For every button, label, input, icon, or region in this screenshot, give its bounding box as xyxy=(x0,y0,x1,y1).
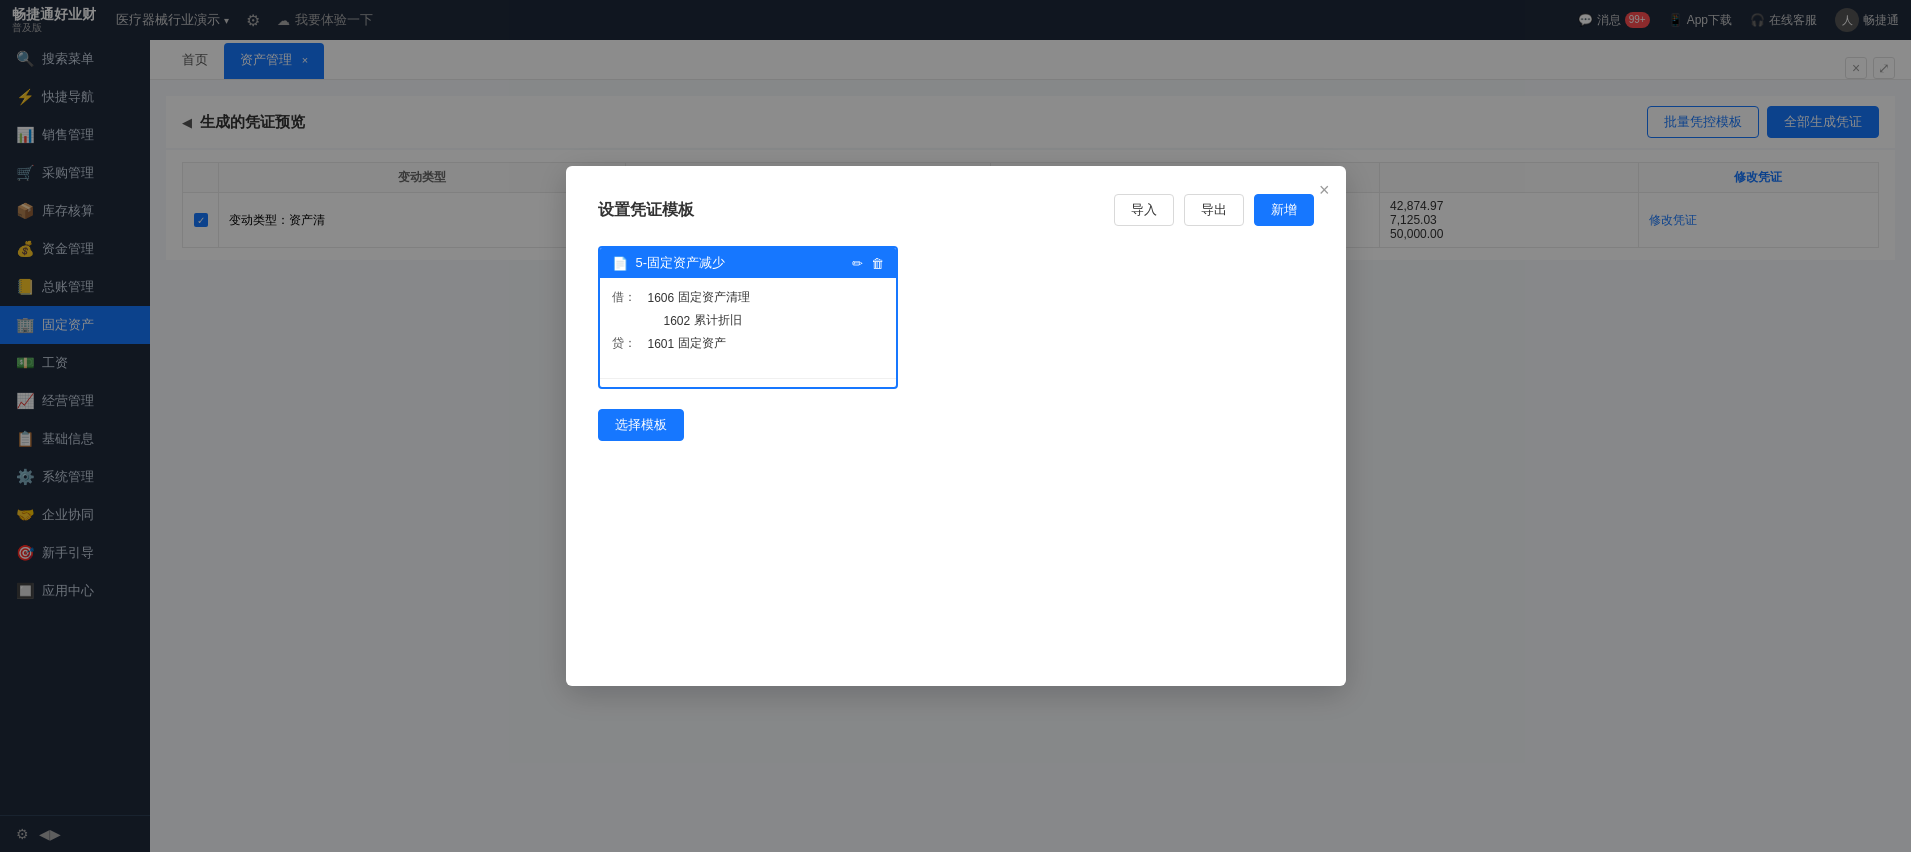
template-edit-icon[interactable]: ✏ xyxy=(852,256,863,271)
new-template-button[interactable]: 新增 xyxy=(1254,194,1314,226)
template-dialog: 设置凭证模板 导入 导出 新增 × 📄 5-固定资产减少 ✏ 🗑 xyxy=(566,166,1346,686)
credit-label: 贷： xyxy=(612,335,644,352)
import-button[interactable]: 导入 xyxy=(1114,194,1174,226)
export-button[interactable]: 导出 xyxy=(1184,194,1244,226)
template-card-title: 5-固定资产减少 xyxy=(636,254,844,272)
template-delete-icon[interactable]: 🗑 xyxy=(871,256,884,271)
row1-code: 1606 xyxy=(648,291,675,305)
template-row-2: 1602 累计折旧 xyxy=(600,309,896,332)
template-row-1: 借： 1606 固定资产清理 xyxy=(600,286,896,309)
dialog-title: 设置凭证模板 xyxy=(598,200,694,221)
template-card-body: 借： 1606 固定资产清理 1602 累计折旧 贷： 1601 固定资产 xyxy=(600,278,896,387)
template-empty-row xyxy=(600,355,896,379)
dialog-header: 设置凭证模板 导入 导出 新增 × xyxy=(598,194,1314,226)
dialog-action-buttons: 导入 导出 新增 xyxy=(1114,194,1314,226)
template-card-header: 📄 5-固定资产减少 ✏ 🗑 xyxy=(600,248,896,278)
dialog-overlay: 设置凭证模板 导入 导出 新增 × 📄 5-固定资产减少 ✏ 🗑 xyxy=(0,0,1911,852)
row3-code: 1601 xyxy=(648,337,675,351)
app-container: 畅捷通好业财 普及版 医疗器械行业演示 ▾ ⚙ ☁ 我要体验一下 💬 消息 99… xyxy=(0,0,1911,852)
row1-name: 固定资产清理 xyxy=(678,289,750,306)
template-card: 📄 5-固定资产减少 ✏ 🗑 借： 1606 固定资产清理 1602 累计折旧 xyxy=(598,246,898,389)
debit-label: 借： xyxy=(612,289,644,306)
row2-code: 1602 xyxy=(664,314,691,328)
row2-name: 累计折旧 xyxy=(694,312,742,329)
template-row-3: 贷： 1601 固定资产 xyxy=(600,332,896,355)
dialog-close-button[interactable]: × xyxy=(1319,180,1330,201)
row3-name: 固定资产 xyxy=(678,335,726,352)
select-template-area: 选择模板 xyxy=(598,409,1314,441)
select-template-button[interactable]: 选择模板 xyxy=(598,409,684,441)
template-doc-icon: 📄 xyxy=(612,256,628,271)
